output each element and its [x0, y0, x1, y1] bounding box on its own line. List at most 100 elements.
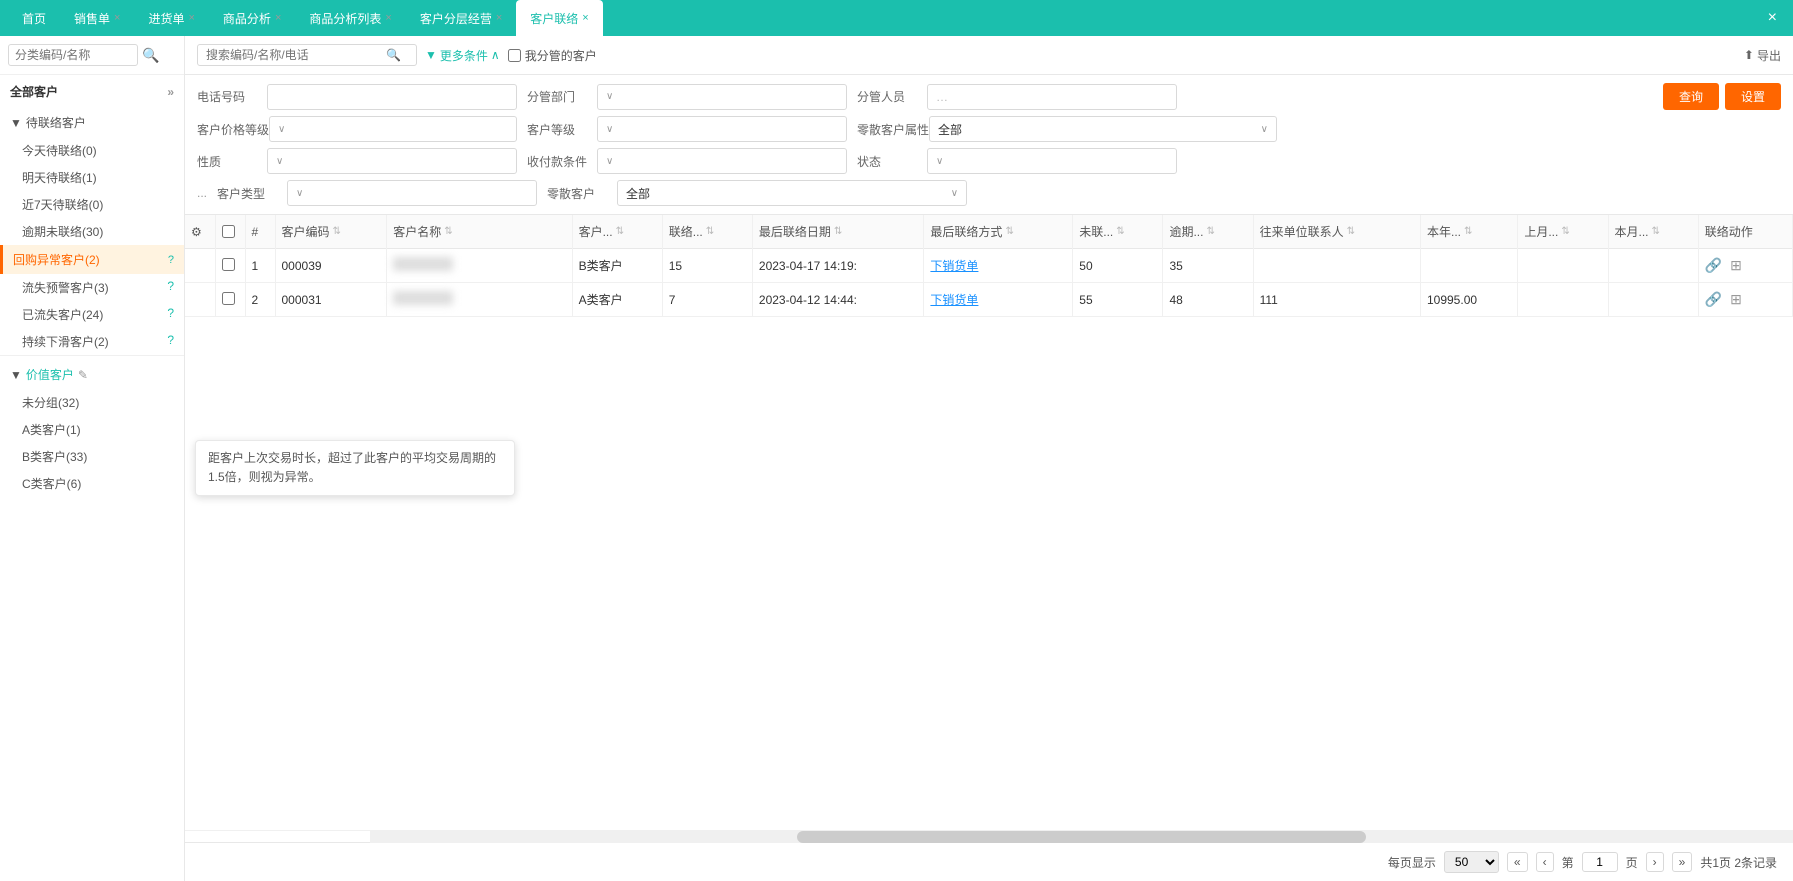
nav-item-sales[interactable]: 销售单 × [60, 0, 134, 36]
sidebar-item-repurchase-abnormal[interactable]: 回购异常客户(2) ? [0, 245, 184, 274]
sub-person-input[interactable]: … [927, 84, 1177, 110]
nav-item-purchase[interactable]: 进货单 × [134, 0, 208, 36]
sidebar-item-7day-contact[interactable]: 近7天待联络(0) [0, 191, 184, 218]
filter-retail-attr: 零散客户属性 全部 ∨ [857, 116, 1277, 142]
th-last-contact-method[interactable]: 最后联络方式⇅ [924, 215, 1073, 249]
index-cell: 1 [245, 249, 275, 283]
th-name[interactable]: 客户名称⇅ [387, 215, 572, 249]
name-cell [387, 283, 572, 317]
retail-cust-select[interactable]: 全部 ∨ [617, 180, 967, 206]
link-action-icon[interactable]: 🔗 [1705, 257, 1722, 274]
nav-close-sales[interactable]: × [114, 12, 120, 24]
nav-close-customer-segment[interactable]: × [496, 12, 502, 24]
main-layout: 🔍 全部客户 » ▼ 待联络客户 今天待联络(0) 明天待联络(1) 近7天待联… [0, 36, 1793, 881]
th-unlink-days[interactable]: 未联...⇅ [1073, 215, 1163, 249]
nav-close-purchase[interactable]: × [188, 12, 194, 24]
nav-close-product-list[interactable]: × [385, 12, 391, 24]
dots-icon: … [936, 90, 948, 104]
cust-grade-select[interactable]: ∨ [597, 116, 847, 142]
nav-close-customer-contact[interactable]: × [582, 12, 588, 24]
grid-action-icon[interactable]: ⊞ [1730, 291, 1742, 308]
filter-cust-type: 客户类型 ∨ [217, 180, 537, 206]
scrollbar-thumb[interactable] [797, 831, 1366, 843]
caret-icon: ∨ [278, 124, 285, 135]
page-label: 第 [1562, 854, 1574, 871]
retail-attr-select[interactable]: 全部 ∨ [929, 116, 1277, 142]
sidebar-item-tomorrow-contact[interactable]: 明天待联络(1) [0, 164, 184, 191]
next-page-button[interactable]: › [1646, 852, 1664, 872]
value-customers-header[interactable]: ▼ 价值客户 ✎ [0, 360, 184, 389]
last-contact-method-cell[interactable]: 下销货单 [924, 283, 1073, 317]
th-cust-grade[interactable]: 客户...⇅ [572, 215, 662, 249]
sidebar-item-keep-drop[interactable]: 持续下滑客户(2) ? [0, 328, 184, 355]
nav-item-customer-contact[interactable]: 客户联络 × [516, 0, 602, 36]
sub-dept-select[interactable]: ∨ [597, 84, 847, 110]
gear-icon[interactable]: ⚙ [191, 225, 202, 239]
nav-item-product-analysis[interactable]: 商品分析 × [209, 0, 295, 36]
query-button[interactable]: 查询 [1663, 83, 1719, 110]
link-action-icon[interactable]: 🔗 [1705, 291, 1722, 308]
index-cell: 2 [245, 283, 275, 317]
export-button[interactable]: ⬆ 导出 [1744, 47, 1781, 64]
th-this-month[interactable]: 本月...⇅ [1608, 215, 1698, 249]
collapse-button[interactable]: » [167, 85, 174, 99]
phone-input[interactable] [267, 84, 517, 110]
my-customers-checkbox-wrap[interactable]: 我分管的客户 [508, 47, 597, 64]
th-code[interactable]: 客户编码⇅ [275, 215, 387, 249]
horizontal-scrollbar[interactable] [185, 830, 1793, 842]
select-all-checkbox[interactable] [222, 225, 235, 238]
sidebar-item-already-lost[interactable]: 已流失客户(24) ? [0, 301, 184, 328]
checkbox-cell [215, 283, 245, 317]
edit-icon[interactable]: ✎ [78, 368, 88, 382]
search-icon[interactable]: 🔍 [386, 48, 401, 62]
sidebar-item-a-class[interactable]: A类客户(1) [0, 416, 184, 443]
sidebar-item-b-class[interactable]: B类客户(33) [0, 443, 184, 470]
my-customers-checkbox[interactable] [508, 49, 521, 62]
th-last-contact-date[interactable]: 最后联络日期⇅ [752, 215, 924, 249]
action-cell: 🔗 ⊞ [1698, 249, 1792, 283]
price-grade-select[interactable]: ∨ [269, 116, 517, 142]
nav-item-home[interactable]: 首页 [8, 0, 60, 36]
row-checkbox[interactable] [222, 292, 235, 305]
nav-item-product-list[interactable]: 商品分析列表 × [295, 0, 405, 36]
close-all-button[interactable]: × [1768, 9, 1777, 27]
sidebar-item-c-class[interactable]: C类客户(6) [0, 470, 184, 497]
first-page-button[interactable]: « [1507, 852, 1528, 872]
caret-icon: ∨ [606, 156, 613, 167]
nav-close-product-analysis[interactable]: × [275, 12, 281, 24]
th-this-year[interactable]: 本年...⇅ [1420, 215, 1517, 249]
search-input[interactable] [206, 48, 386, 62]
payment-select[interactable]: ∨ [597, 148, 847, 174]
th-contact-person[interactable]: 往来单位联系人⇅ [1253, 215, 1420, 249]
gender-select[interactable]: ∨ [267, 148, 517, 174]
last-page-button[interactable]: » [1672, 852, 1693, 872]
status-select[interactable]: ∨ [927, 148, 1177, 174]
sidebar-item-today-contact[interactable]: 今天待联络(0) [0, 137, 184, 164]
settings-button[interactable]: 设置 [1725, 83, 1781, 110]
category-search-icon[interactable]: 🔍 [142, 47, 159, 64]
sidebar-item-overdue-contact[interactable]: 逾期未联络(30) [0, 218, 184, 245]
more-conditions-btn[interactable]: ▼ 更多条件 ∧ [425, 47, 500, 64]
more-dots[interactable]: ... [197, 186, 207, 200]
th-overdue[interactable]: 逾期...⇅ [1163, 215, 1253, 249]
sort-icon: ⇅ [834, 226, 842, 237]
row-checkbox[interactable] [222, 258, 235, 271]
sidebar-item-ungrouped[interactable]: 未分组(32) [0, 389, 184, 416]
sort-icon: ⇅ [444, 226, 452, 237]
filter-row-3: 性质 ∨ 收付款条件 ∨ 状态 ∨ [197, 148, 1781, 174]
total-count: 共1页 2条记录 [1700, 854, 1777, 871]
per-page-select[interactable]: 50 100 200 [1444, 851, 1499, 873]
nav-item-customer-segment[interactable]: 客户分层经营 × [406, 0, 516, 36]
prev-page-button[interactable]: ‹ [1536, 852, 1554, 872]
last-contact-method-cell[interactable]: 下销货单 [924, 249, 1073, 283]
category-search-input[interactable] [8, 44, 138, 66]
th-contact-count[interactable]: 联络...⇅ [662, 215, 752, 249]
th-last-month[interactable]: 上月...⇅ [1518, 215, 1608, 249]
sidebar-item-lost-forecast[interactable]: 流失预警客户(3) ? [0, 274, 184, 301]
waiting-contact-header[interactable]: ▼ 待联络客户 [0, 108, 184, 137]
page-number-input[interactable] [1582, 852, 1618, 872]
cust-type-select[interactable]: ∨ [287, 180, 537, 206]
per-page-label: 每页显示 [1388, 854, 1436, 871]
this-year-cell: 10995.00 [1420, 283, 1517, 317]
grid-action-icon[interactable]: ⊞ [1730, 257, 1742, 274]
